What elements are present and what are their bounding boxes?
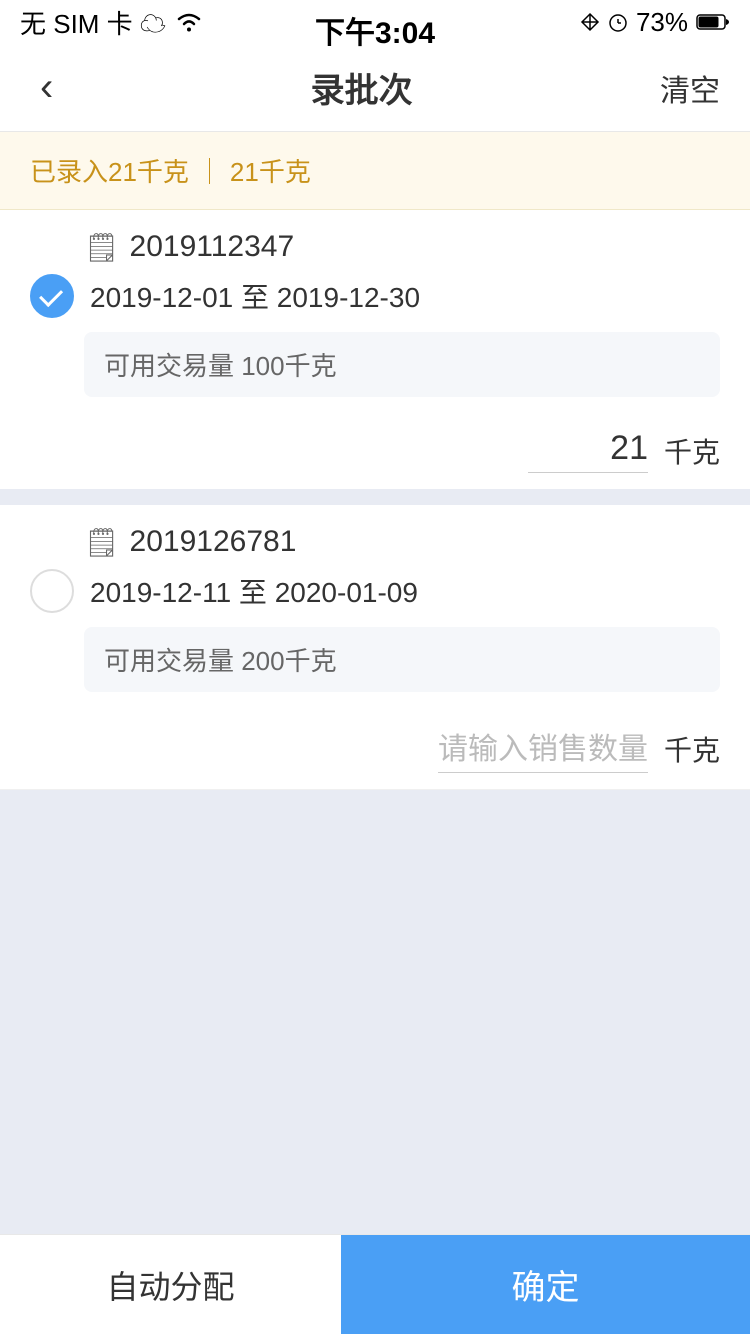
content-area: 🗒 2019112347 2019-12-01 至 2019-12-30 可用交… [0,210,750,1312]
confirm-button[interactable]: 确定 [341,1235,750,1334]
nav-bar: ‹ 录批次 清空 [0,44,750,132]
recorded-amount-label: 已录入21千克 [30,152,189,189]
battery-icon [696,13,730,31]
batch2-qty-unit: 千克 [664,729,720,769]
batch1-date-row[interactable]: 2019-12-01 至 2019-12-30 [30,274,720,318]
status-left: 无 SIM 卡 ☁ [20,4,204,41]
wifi-icon [174,11,204,33]
batch1-radio[interactable] [30,274,74,318]
batch1-id: 2019112347 [130,230,295,264]
page-title: 录批次 [311,63,413,112]
batch1-qty-unit: 千克 [664,431,720,471]
status-right: 73% [580,7,730,38]
batch2-qty-input[interactable]: 请输入销售数量 [438,724,648,773]
info-divider [209,158,210,184]
batch2-radio[interactable] [30,569,74,613]
batch2-date: 2019-12-11 至 2020-01-09 [90,571,418,611]
back-button[interactable]: ‹ [30,55,63,120]
batch1-qty-row: 21 千克 [0,413,750,489]
battery-percent: 73% [636,7,688,38]
batch1-doc-icon: 🗒 [84,231,120,264]
batch1-date: 2019-12-01 至 2019-12-30 [90,276,420,316]
batch-card-1: 🗒 2019112347 2019-12-01 至 2019-12-30 可用交… [0,210,750,489]
batch1-available-qty: 可用交易量 100千克 [84,332,720,397]
auto-distribute-button[interactable]: 自动分配 [0,1235,341,1334]
batch2-date-row[interactable]: 2019-12-11 至 2020-01-09 [30,569,720,613]
batch1-qty-input-wrapper: 21 [528,429,648,473]
info-banner: 已录入21千克 21千克 [0,132,750,210]
batch1-qty-value[interactable]: 21 [610,429,648,468]
batch1-id-row: 🗒 2019112347 [30,230,720,264]
location-icon [580,12,600,32]
alarm-icon [608,11,628,33]
sim-label: 无 SIM 卡 ☁ [20,4,166,41]
status-time: 下午3:04 [315,8,435,52]
batch2-doc-icon: 🗒 [84,526,120,559]
batch-card-2: 🗒 2019126781 2019-12-11 至 2020-01-09 可用交… [0,505,750,790]
batch2-qty-row: 请输入销售数量 千克 [0,708,750,790]
batch2-available-qty: 可用交易量 200千克 [84,627,720,692]
status-bar: 无 SIM 卡 ☁ 下午3:04 73% [0,0,750,44]
section-divider [0,489,750,505]
batch2-id-row: 🗒 2019126781 [30,525,720,559]
bottom-bar: 自动分配 确定 [0,1234,750,1334]
clear-button[interactable]: 清空 [660,66,720,110]
batch2-id: 2019126781 [130,525,297,559]
recorded-amount-value: 21千克 [230,152,311,189]
